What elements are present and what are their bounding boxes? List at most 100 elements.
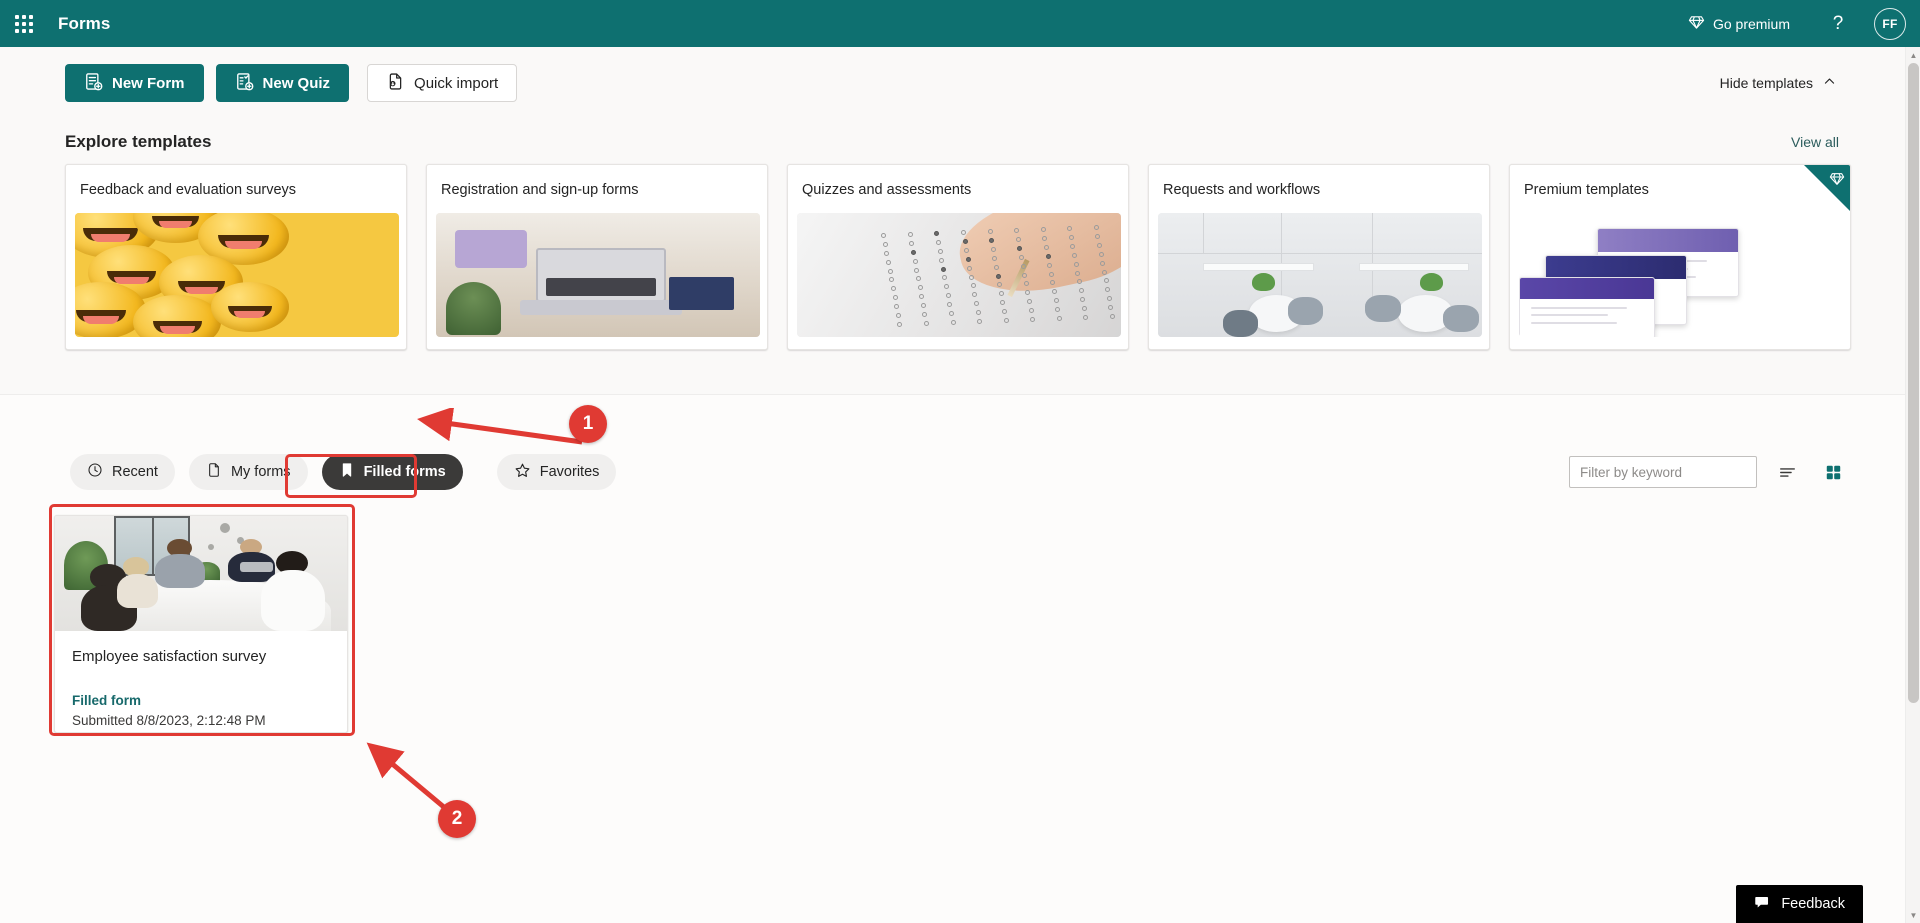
template-card-title: Quizzes and assessments (802, 182, 971, 198)
scrollbar-thumb[interactable] (1908, 63, 1919, 703)
scantron-bubble (886, 260, 891, 265)
scantron-bubble (1057, 316, 1062, 321)
hide-templates-toggle[interactable]: Hide templates (1711, 68, 1845, 98)
scantron-bubble (966, 257, 971, 262)
forms-grid: Employee satisfaction survey Filled form… (54, 515, 348, 733)
template-thumbnail-laptop-desk (436, 213, 760, 337)
template-card-title: Feedback and evaluation surveys (80, 182, 296, 198)
scantron-bubble (1094, 225, 1099, 230)
quick-import-button[interactable]: Quick import (367, 64, 517, 102)
form-card-employee-satisfaction-survey[interactable]: Employee satisfaction survey Filled form… (54, 515, 348, 733)
template-thumbnail-premium (1519, 213, 1843, 337)
top-toolbar: New Form New Quiz Quick import Hide te (0, 47, 1905, 119)
status-badge: Filled form (72, 693, 330, 708)
scantron-bubble (941, 267, 946, 272)
header-actions: Go premium ? FF (1676, 4, 1920, 44)
scroll-down-arrow-icon[interactable]: ▼ (1906, 907, 1920, 923)
scantron-bubble (1044, 245, 1049, 250)
template-card-title: Requests and workflows (1163, 182, 1320, 198)
scantron-bubble (969, 275, 974, 280)
scantron-bubble (911, 250, 916, 255)
feedback-label: Feedback (1781, 896, 1845, 912)
grid-view-icon[interactable] (1817, 456, 1849, 488)
scantron-bubble (1029, 308, 1034, 313)
scantron-bubble (1074, 262, 1079, 267)
scantron-bubble (1021, 264, 1026, 269)
app-launcher-icon[interactable] (0, 0, 48, 47)
filter-tab-my-forms[interactable]: My forms (189, 454, 308, 490)
scantron-bubble (996, 274, 1001, 279)
go-premium-label: Go premium (1713, 16, 1790, 32)
scantron-bubble (1046, 254, 1051, 259)
scantron-bubble (1022, 273, 1027, 278)
filter-tab-recent[interactable]: Recent (70, 454, 175, 490)
list-view-icon[interactable] (1771, 456, 1803, 488)
new-form-button[interactable]: New Form (65, 64, 204, 102)
template-card-title: Premium templates (1524, 182, 1649, 198)
form-add-icon (84, 72, 103, 95)
explore-templates-section: Explore templates View all Feedback and … (0, 119, 1905, 394)
scantron-bubble (1072, 253, 1077, 258)
scantron-bubble (1075, 271, 1080, 276)
quick-import-label: Quick import (414, 75, 498, 92)
template-thumbnail-office (1158, 213, 1482, 337)
search-input[interactable] (1569, 456, 1757, 488)
scantron-bubble (1102, 270, 1107, 275)
filter-tab-label: Recent (112, 464, 158, 480)
filter-tab-label: Filled forms (364, 464, 446, 480)
scantron-bubble (1047, 263, 1052, 268)
scantron-bubble (1014, 228, 1019, 233)
new-quiz-button[interactable]: New Quiz (216, 64, 350, 102)
scantron-bubble (1099, 252, 1104, 257)
filter-tab-filled-forms[interactable]: Filled forms (322, 454, 463, 490)
bookmark-icon (339, 462, 355, 482)
scantron-bubble (963, 239, 968, 244)
app-title: Forms (58, 14, 110, 34)
form-card-title: Employee satisfaction survey (72, 647, 330, 667)
diamond-icon (1829, 171, 1845, 190)
page-scrollbar[interactable]: ▲ ▼ (1905, 47, 1920, 923)
template-card-registration[interactable]: Registration and sign-up forms (426, 164, 768, 350)
scantron-bubble (988, 229, 993, 234)
scroll-up-arrow-icon[interactable]: ▲ (1906, 47, 1920, 63)
scantron-bubble (1100, 261, 1105, 266)
comment-icon (1754, 894, 1771, 915)
template-card-requests[interactable]: Requests and workflows (1148, 164, 1490, 350)
import-document-icon (386, 72, 405, 95)
avatar[interactable]: FF (1874, 8, 1906, 40)
filter-tab-favorites[interactable]: Favorites (497, 454, 617, 490)
template-card-feedback[interactable]: Feedback and evaluation surveys (65, 164, 407, 350)
page-title: Explore templates (65, 132, 211, 152)
scantron-bubble (883, 242, 888, 247)
scantron-bubble (914, 268, 919, 273)
scantron-bubble (1004, 318, 1009, 323)
view-all-link[interactable]: View all (1785, 130, 1845, 154)
feedback-button[interactable]: Feedback (1736, 885, 1863, 923)
filter-tabs-row: Recent My forms Filled forms (0, 449, 1905, 495)
scantron-bubble (1019, 255, 1024, 260)
filter-tab-label: My forms (231, 464, 291, 480)
scantron-bubble (1069, 235, 1074, 240)
scantron-bubble (896, 313, 901, 318)
help-button[interactable]: ? (1818, 4, 1858, 44)
form-submitted-timestamp: Submitted 8/8/2023, 2:12:48 PM (72, 713, 330, 728)
template-card-quizzes[interactable]: Quizzes and assessments (787, 164, 1129, 350)
scantron-bubble (1054, 298, 1059, 303)
star-icon (514, 462, 531, 483)
scantron-bubble (1097, 243, 1102, 248)
template-thumbnail-scantron (797, 213, 1121, 337)
scantron-bubble (989, 238, 994, 243)
template-card-premium[interactable]: Premium templates (1509, 164, 1851, 350)
scantron-bubble (964, 248, 969, 253)
go-premium-button[interactable]: Go premium (1676, 8, 1802, 40)
search-and-view-controls (1569, 456, 1849, 488)
scantron-bubble (1049, 272, 1054, 277)
app-header: Forms Go premium ? FF (0, 0, 1920, 47)
scantron-bubble (908, 232, 913, 237)
document-icon (206, 462, 222, 482)
template-grid: Feedback and evaluation surveys Registra… (65, 164, 1851, 350)
scantron-bubble (913, 259, 918, 264)
scantron-bubble (888, 269, 893, 274)
scantron-bubble (976, 310, 981, 315)
template-thumbnail-emoji-faces (75, 213, 399, 337)
